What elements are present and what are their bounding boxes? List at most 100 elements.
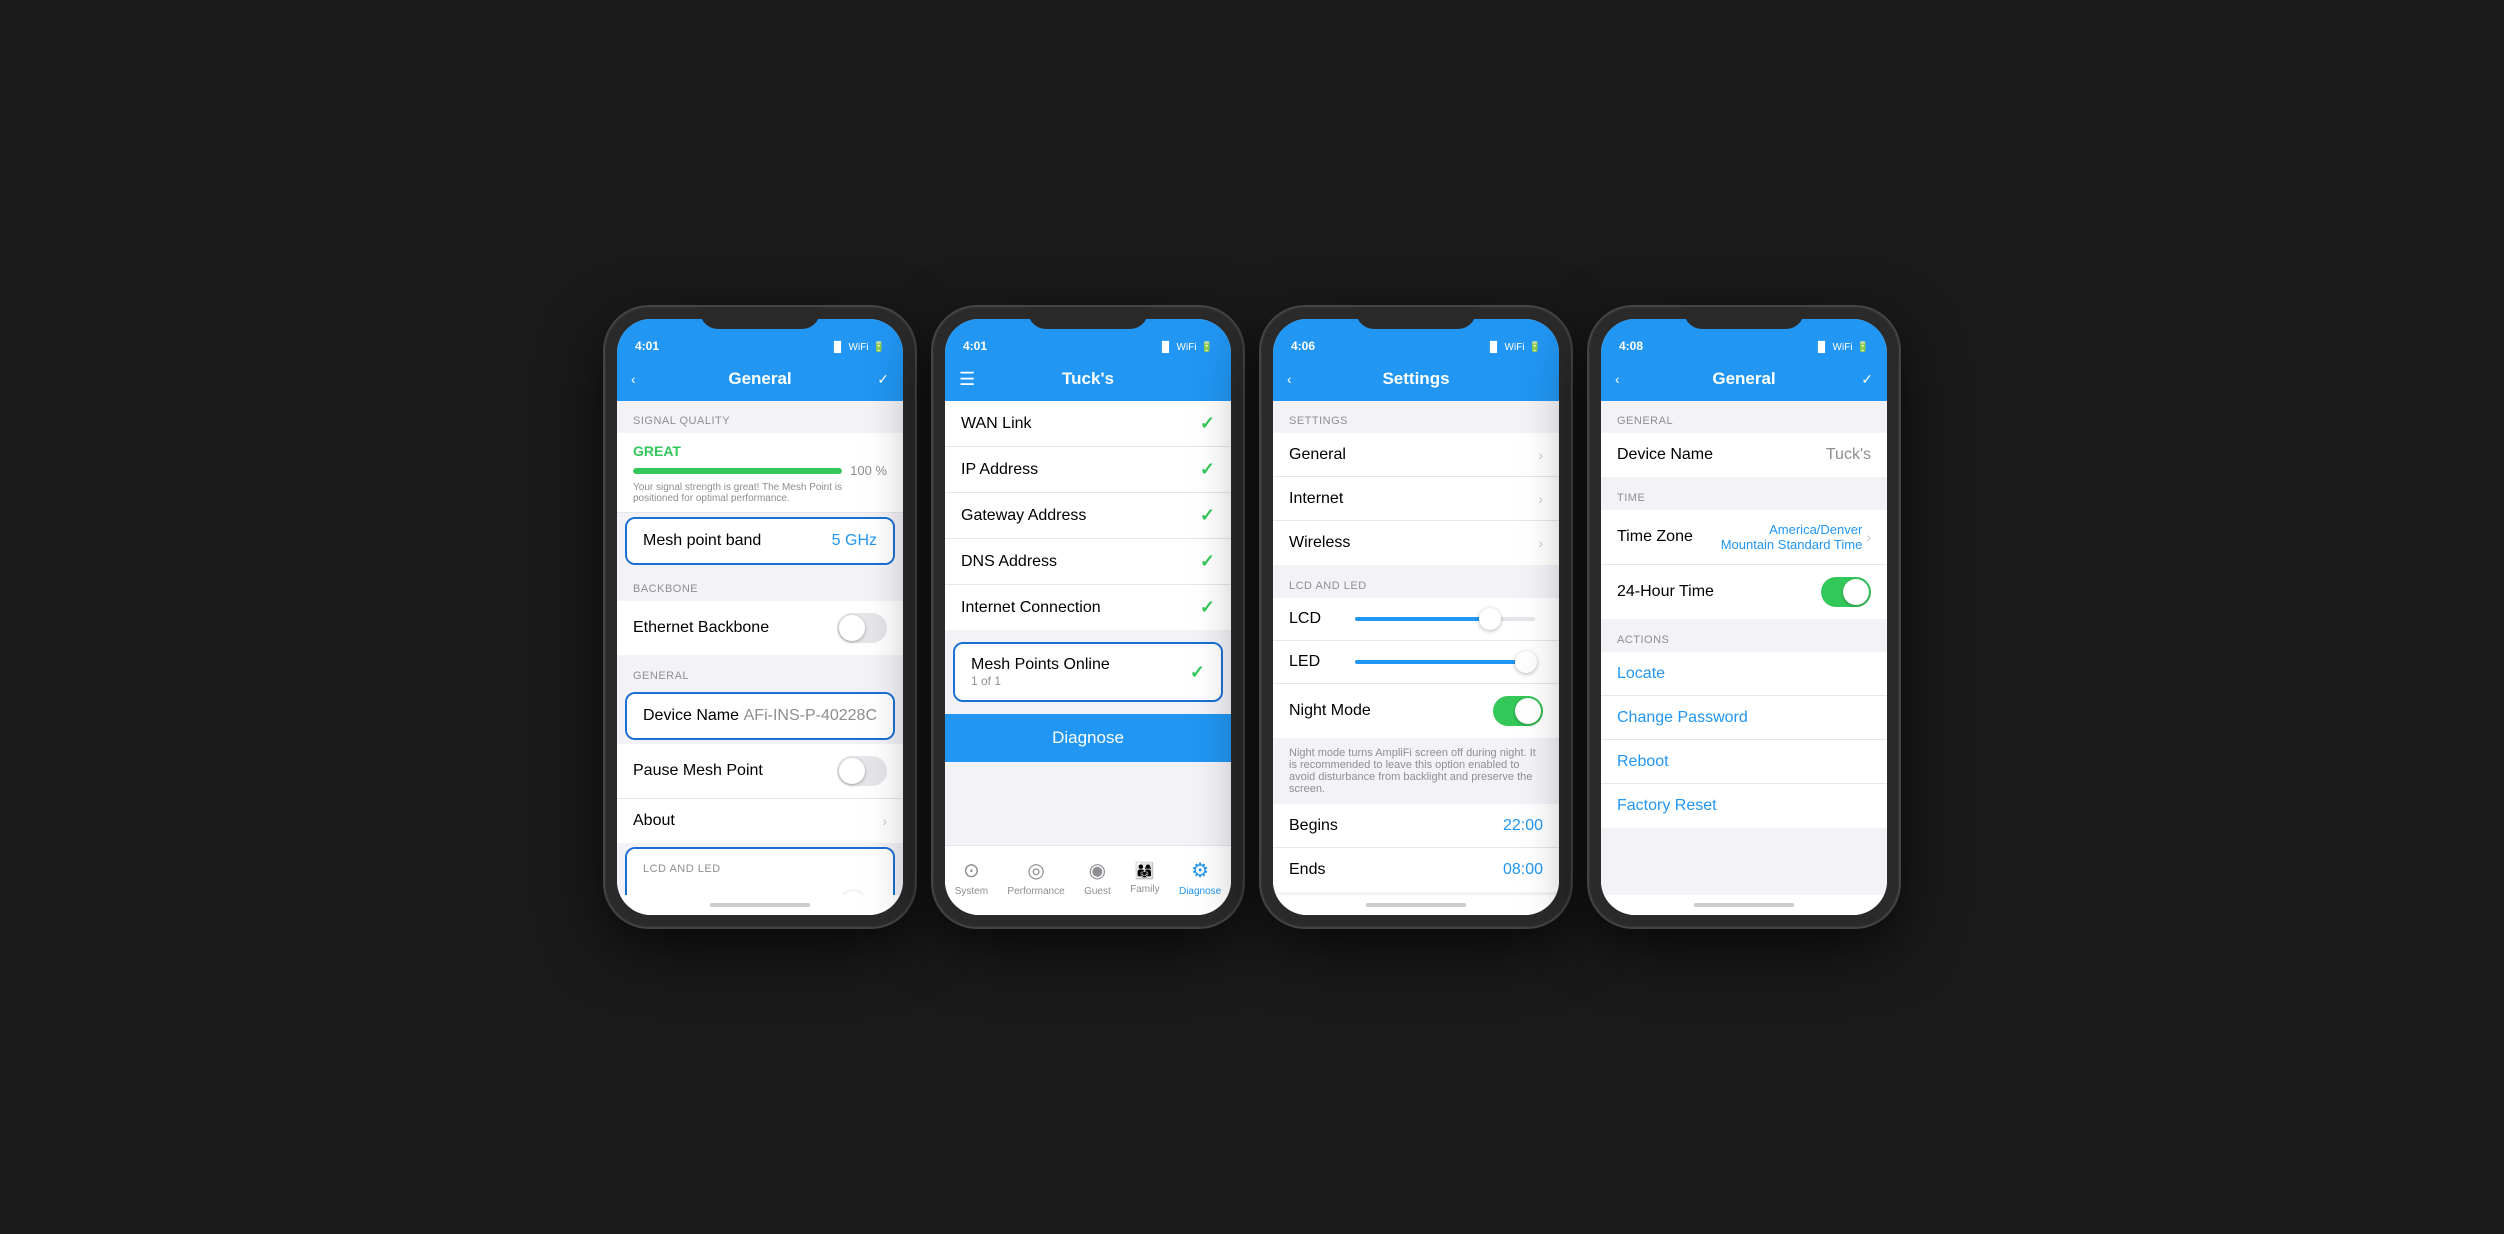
general-chevron: › [1538,447,1543,463]
device-name-value-4: Tuck's [1826,446,1871,464]
led-thumb[interactable] [842,891,864,895]
led-slider-row[interactable]: LED [627,881,893,895]
ethernet-backbone-toggle[interactable] [837,613,887,643]
system-icon: ⊙ [963,858,980,883]
led-slider-label-3: LED [1289,653,1339,671]
content-3: SETTINGS General › Internet › Wireless › [1273,401,1559,895]
nav-bar-3: ‹ Settings [1273,357,1559,401]
tab-guest[interactable]: ◉ Guest [1084,858,1111,897]
timezone-label: Time Zone [1617,528,1693,546]
signal-quality-value: GREAT [633,443,887,459]
home-indicator-3 [1273,895,1559,915]
change-password-label[interactable]: Change Password [1617,709,1748,727]
night-mode-toggle-3[interactable] [1493,696,1543,726]
nav-check-4[interactable]: ✓ [1861,371,1873,388]
section-general-4: GENERAL [1601,401,1887,433]
tab-system[interactable]: ⊙ System [955,858,988,897]
status-icons-1: ▐▌ WiFi 🔋 [830,342,885,353]
mesh-band-box[interactable]: Mesh point band 5 GHz [625,517,895,565]
reboot-row[interactable]: Reboot [1601,740,1887,784]
begins-ends-group: Begins 22:00 Ends 08:00 [1273,804,1559,892]
ends-row[interactable]: Ends 08:00 [1273,848,1559,892]
wifi-icon-2: WiFi [1177,342,1197,353]
factory-reset-row[interactable]: Factory Reset [1601,784,1887,828]
lcd-slider-row[interactable]: LCD [1273,598,1559,641]
tab-diagnose[interactable]: ⚙ Diagnose [1179,858,1221,897]
lcd-slider[interactable] [1355,617,1535,621]
family-tab-label: Family [1130,884,1159,895]
performance-icon: ◎ [1027,858,1044,883]
device-name-label-4: Device Name [1617,446,1713,464]
ethernet-backbone-label: Ethernet Backbone [633,619,769,637]
diagnose-button[interactable]: Diagnose [945,714,1231,762]
night-mode-row-3[interactable]: Night Mode [1273,684,1559,738]
device-name-row[interactable]: Device Name AFi-INS-P-40228C [627,694,893,738]
section-actions: ACTIONS [1601,620,1887,652]
change-password-row[interactable]: Change Password [1601,696,1887,740]
tab-family[interactable]: 👨‍👩‍👧 Family [1130,861,1159,895]
mesh-points-label: Mesh Points Online [971,656,1110,674]
mesh-band-row[interactable]: Mesh point band 5 GHz [627,519,893,563]
reboot-label[interactable]: Reboot [1617,753,1669,771]
internet-conn-row: Internet Connection ✓ [945,585,1231,630]
phone-3-screen: 4:06 ▐▌ WiFi 🔋 ‹ Settings SETTINGS Gener… [1273,319,1559,915]
general-settings-label: General [1289,446,1346,464]
signal-icon-2: ▐▌ [1158,342,1172,353]
gateway-check: ✓ [1200,505,1215,526]
ends-label: Ends [1289,861,1325,879]
begins-row[interactable]: Begins 22:00 [1273,804,1559,848]
device-name-row-4[interactable]: Device Name Tuck's [1601,433,1887,477]
ends-value: 08:00 [1503,861,1543,879]
tab-performance[interactable]: ◎ Performance [1007,858,1064,897]
night-mode-label-3: Night Mode [1289,702,1371,720]
toggle-thumb-hour24 [1843,579,1869,605]
time-2: 4:01 [963,339,987,353]
led-slider-row-3[interactable]: LED [1273,641,1559,684]
factory-reset-label[interactable]: Factory Reset [1617,797,1717,815]
nav-back-3[interactable]: ‹ [1287,371,1292,387]
time-4: 4:08 [1619,339,1643,353]
home-bar-3 [1366,903,1466,907]
locate-label[interactable]: Locate [1617,665,1665,683]
wireless-settings-row[interactable]: Wireless › [1273,521,1559,565]
timezone-row[interactable]: Time Zone America/DenverMountain Standar… [1601,510,1887,565]
mesh-band-value: 5 GHz [832,532,877,550]
nav-title-2: Tuck's [1062,369,1114,389]
hour24-toggle[interactable] [1821,577,1871,607]
ip-address-label: IP Address [961,461,1038,479]
dns-row: DNS Address ✓ [945,539,1231,585]
locate-row[interactable]: Locate [1601,652,1887,696]
signal-progress-bar [633,468,842,474]
led-thumb-3[interactable] [1515,651,1537,673]
led-slider-3[interactable] [1355,660,1535,664]
phone-4-screen: 4:08 ▐▌ WiFi 🔋 ‹ General ✓ GENERAL Devic… [1601,319,1887,915]
nav-check-1[interactable]: ✓ [877,371,889,388]
general-settings-row[interactable]: General › [1273,433,1559,477]
hour24-row[interactable]: 24-Hour Time [1601,565,1887,619]
about-row[interactable]: About › [617,799,903,843]
pause-mesh-row[interactable]: Pause Mesh Point [617,744,903,799]
wifi-icon-1: WiFi [849,342,869,353]
pause-mesh-toggle[interactable] [837,756,887,786]
lcd-thumb[interactable] [1479,608,1501,630]
mesh-points-box: Mesh Points Online 1 of 1 ✓ [953,642,1223,702]
nav-back-4[interactable]: ‹ [1615,371,1620,387]
wan-check: ✓ [1200,413,1215,434]
timezone-value-container: America/DenverMountain Standard Time › [1721,522,1871,552]
lcd-fill [1355,617,1490,621]
internet-settings-row[interactable]: Internet › [1273,477,1559,521]
status-icons-2: ▐▌ WiFi 🔋 [1158,342,1213,353]
performance-tab-label: Performance [1007,886,1064,897]
dns-check: ✓ [1200,551,1215,572]
device-name-label: Device Name [643,707,739,725]
signal-progress-pct: 100 % [850,463,887,478]
gateway-label: Gateway Address [961,507,1086,525]
notch-4 [1684,307,1804,329]
time-group: Time Zone America/DenverMountain Standar… [1601,510,1887,619]
signal-icon-4: ▐▌ [1814,342,1828,353]
nav-menu-2[interactable]: ☰ [959,369,975,390]
nav-back-1[interactable]: ‹ [631,371,636,387]
ethernet-backbone-row[interactable]: Ethernet Backbone [617,601,903,655]
phone-2-screen: 4:01 ▐▌ WiFi 🔋 ☰ Tuck's WAN Link ✓ [945,319,1231,915]
device-name-box[interactable]: Device Name AFi-INS-P-40228C [625,692,895,740]
